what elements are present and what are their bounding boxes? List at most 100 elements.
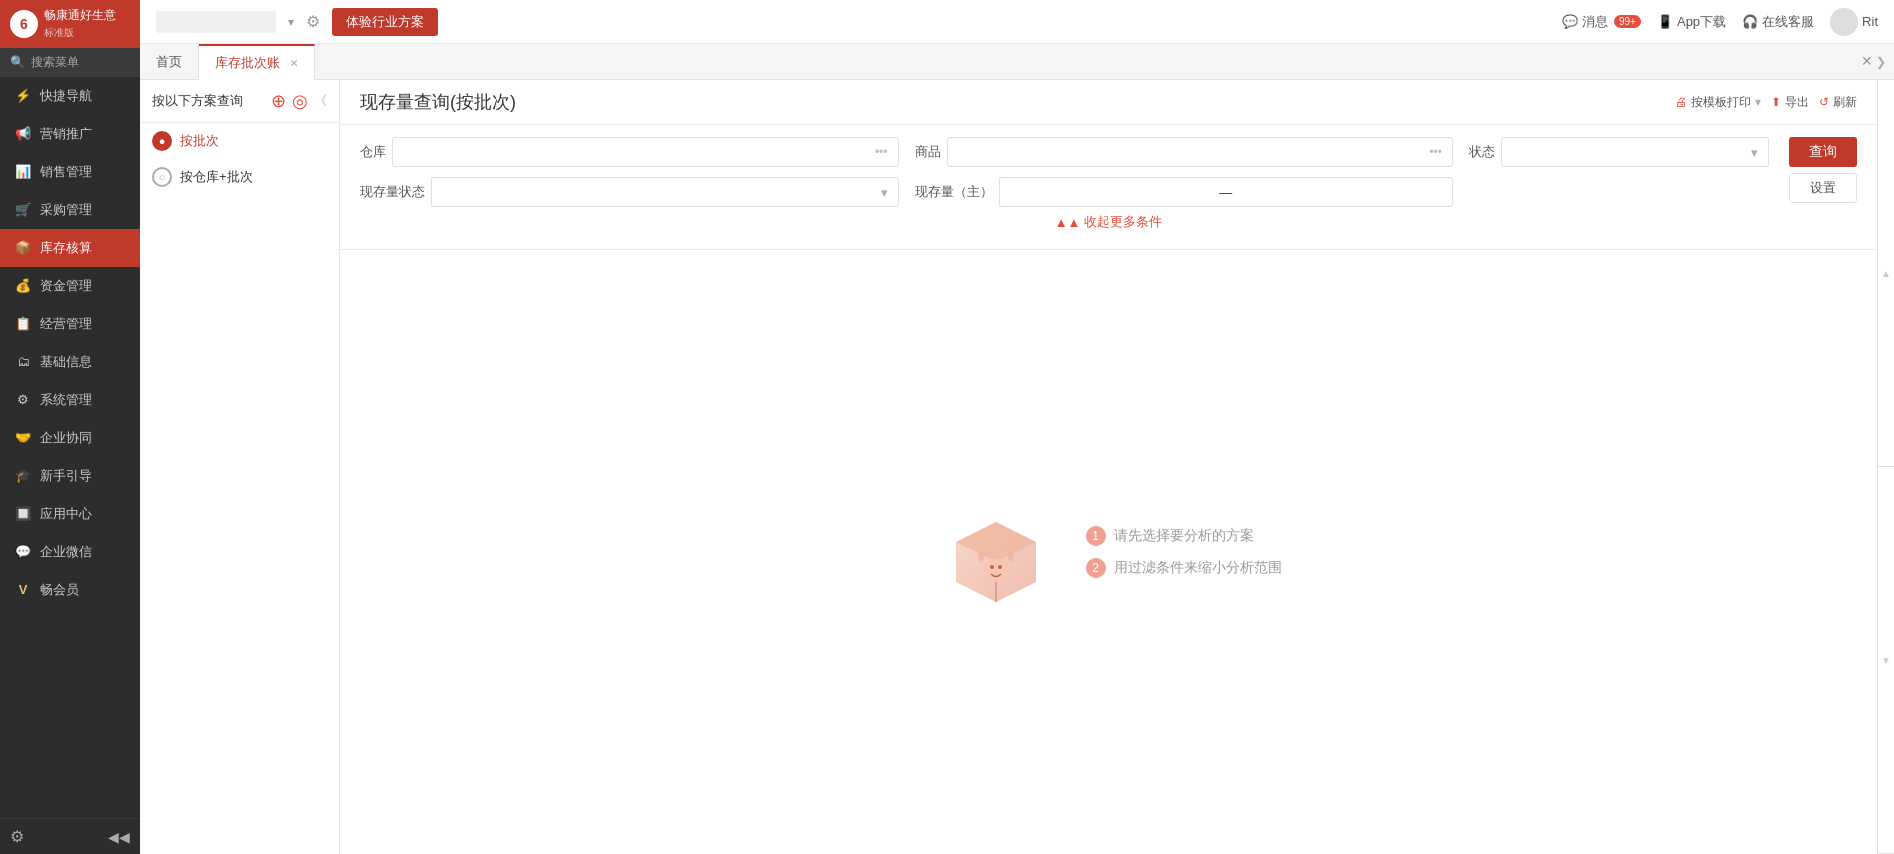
system-icon: ⚙ bbox=[14, 391, 32, 409]
inventory-amount-value: — bbox=[1219, 185, 1232, 200]
print-dropdown-icon[interactable]: ▾ bbox=[1755, 95, 1761, 109]
sidebar-item-appstore[interactable]: 🔲 应用中心 bbox=[0, 495, 140, 533]
sidebar-search[interactable]: 🔍 搜索菜单 bbox=[0, 48, 140, 77]
warehouse-label: 仓库 bbox=[360, 143, 386, 161]
message-icon: 💬 bbox=[1562, 14, 1578, 29]
app-logo: 6 bbox=[10, 10, 38, 38]
right-panel: 现存量查询(按批次) 🖨 按模板打印 ▾ ⬆ 导出 ↺ 刷新 bbox=[340, 80, 1877, 854]
topbar-search-input[interactable] bbox=[156, 11, 276, 33]
topbar-left: ▾ ⚙ 体验行业方案 bbox=[156, 8, 438, 36]
inventory-status-select[interactable]: ▾ bbox=[431, 177, 899, 207]
sidebar-item-marketing[interactable]: 📢 营销推广 bbox=[0, 115, 140, 153]
hint-item-1: 1 请先选择要分析的方案 bbox=[1086, 526, 1282, 546]
sidebar-item-label: 应用中心 bbox=[40, 505, 92, 523]
plan-batch-label: 按批次 bbox=[180, 132, 219, 150]
sidebar-item-newbie[interactable]: 🎓 新手引导 bbox=[0, 457, 140, 495]
app-download-item[interactable]: 📱 App下载 bbox=[1657, 13, 1726, 31]
messages-badge: 99+ bbox=[1614, 15, 1641, 28]
product-field: 商品 ••• bbox=[915, 137, 1454, 167]
sidebar: 6 畅康通好生意 标准版 🔍 搜索菜单 ⚡ 快捷导航 📢 营销推广 📊 销售管理… bbox=[0, 0, 140, 854]
warehouse-field: 仓库 ••• bbox=[360, 137, 899, 167]
product-input[interactable]: ••• bbox=[947, 137, 1454, 167]
left-panel-header: 按以下方案查询 ⊕ ◎ 《 bbox=[140, 80, 339, 123]
sidebar-item-quick-nav[interactable]: ⚡ 快捷导航 bbox=[0, 77, 140, 115]
wechat-icon: 💬 bbox=[14, 543, 32, 561]
inventory-status-dropdown-icon: ▾ bbox=[881, 185, 888, 200]
svg-point-5 bbox=[998, 565, 1002, 569]
inventory-status-field: 现存量状态 ▾ bbox=[360, 177, 899, 207]
plan-batch-icon: ● bbox=[152, 131, 172, 151]
messages-label: 消息 bbox=[1582, 13, 1608, 31]
refresh-btn[interactable]: ↺ 刷新 bbox=[1819, 94, 1857, 111]
basic-icon: 🗂 bbox=[14, 353, 32, 371]
tab-home[interactable]: 首页 bbox=[140, 44, 199, 80]
settings-icon[interactable]: ⚙ bbox=[10, 827, 24, 846]
sidebar-item-finance[interactable]: 💰 资金管理 bbox=[0, 267, 140, 305]
svg-point-6 bbox=[978, 552, 984, 562]
status-label: 状态 bbox=[1469, 143, 1495, 161]
search-icon: 🔍 bbox=[10, 55, 25, 69]
collapse-label: 收起更多条件 bbox=[1084, 213, 1162, 231]
collapse-left-panel-btn[interactable]: 《 bbox=[314, 92, 327, 110]
collapse-sidebar-icon[interactable]: ◀◀ bbox=[108, 829, 130, 845]
sidebar-search-label: 搜索菜单 bbox=[31, 54, 79, 71]
messages-item[interactable]: 💬 消息 99+ bbox=[1562, 13, 1641, 31]
filter-row-2: 现存量状态 ▾ 现存量（主） — bbox=[360, 177, 1769, 207]
sidebar-item-system[interactable]: ⚙ 系统管理 bbox=[0, 381, 140, 419]
svg-point-7 bbox=[1008, 552, 1014, 562]
tab-close-icon[interactable]: × bbox=[290, 55, 298, 71]
sidebar-item-enterprise[interactable]: 🤝 企业协同 bbox=[0, 419, 140, 457]
sidebar-item-wechat[interactable]: 💬 企业微信 bbox=[0, 533, 140, 571]
warehouse-input[interactable]: ••• bbox=[392, 137, 899, 167]
topbar: ▾ ⚙ 体验行业方案 💬 消息 99+ 📱 App下载 🎧 在线客服 Rit bbox=[140, 0, 1894, 44]
sidebar-item-label: 采购管理 bbox=[40, 201, 92, 219]
tab-batch-inventory-label: 库存批次账 bbox=[215, 54, 280, 72]
left-panel-actions: ⊕ ◎ 《 bbox=[271, 90, 327, 112]
topbar-gear-icon[interactable]: ⚙ bbox=[306, 12, 320, 31]
scroll-down-btn[interactable]: ▼ bbox=[1878, 467, 1894, 854]
collapse-filters-btn[interactable]: ▲▲ 收起更多条件 bbox=[360, 207, 1857, 237]
plan-item-warehouse-batch[interactable]: ○ 按仓库+批次 bbox=[140, 159, 339, 195]
sidebar-item-operations[interactable]: 📋 经营管理 bbox=[0, 305, 140, 343]
plan-item-batch[interactable]: ● 按批次 bbox=[140, 123, 339, 159]
export-btn[interactable]: ⬆ 导出 bbox=[1771, 94, 1809, 111]
avatar bbox=[1830, 8, 1858, 36]
add-plan-btn[interactable]: ⊕ bbox=[271, 90, 286, 112]
collapse-up-icon: ▲▲ bbox=[1055, 215, 1081, 230]
online-support-label: 在线客服 bbox=[1762, 13, 1814, 31]
empty-state-text: 1 请先选择要分析的方案 2 用过滤条件来缩小分析范围 bbox=[1086, 526, 1282, 578]
app-edition: 标准版 bbox=[44, 26, 116, 40]
enterprise-icon: 🤝 bbox=[14, 429, 32, 447]
query-button[interactable]: 查询 bbox=[1789, 137, 1857, 167]
product-label: 商品 bbox=[915, 143, 941, 161]
status-select[interactable]: ▾ bbox=[1501, 137, 1769, 167]
online-support-item[interactable]: 🎧 在线客服 bbox=[1742, 13, 1814, 31]
sidebar-item-inventory[interactable]: 📦 库存核算 bbox=[0, 229, 140, 267]
sidebar-item-sales[interactable]: 📊 销售管理 bbox=[0, 153, 140, 191]
close-tab-panel-btn[interactable]: × bbox=[1857, 51, 1876, 72]
tabs-bar: 首页 库存批次账 × × ❯ bbox=[140, 44, 1894, 80]
inventory-amount-input[interactable]: — bbox=[999, 177, 1454, 207]
sidebar-item-label: 畅会员 bbox=[40, 581, 79, 599]
status-dropdown-icon: ▾ bbox=[1751, 145, 1758, 160]
print-btn[interactable]: 🖨 按模板打印 ▾ bbox=[1675, 94, 1761, 111]
tab-batch-inventory[interactable]: 库存批次账 × bbox=[199, 44, 315, 80]
topbar-dropdown-icon[interactable]: ▾ bbox=[288, 15, 294, 29]
sidebar-item-member[interactable]: V 畅会员 bbox=[0, 571, 140, 609]
user-item[interactable]: Rit bbox=[1830, 8, 1878, 36]
app-download-label: App下载 bbox=[1677, 13, 1726, 31]
content-area: 按以下方案查询 ⊕ ◎ 《 ● 按批次 ○ 按仓库+批次 现存量查询(按批次) bbox=[140, 80, 1894, 854]
scroll-up-btn[interactable]: ▲ bbox=[1878, 80, 1894, 467]
settings-plan-btn[interactable]: ◎ bbox=[292, 90, 308, 112]
filter-row-1: 仓库 ••• 商品 ••• bbox=[360, 137, 1769, 167]
tab-panel-expand-icon[interactable]: ❯ bbox=[1876, 55, 1894, 69]
settings-button[interactable]: 设置 bbox=[1789, 173, 1857, 203]
page-header: 现存量查询(按批次) 🖨 按模板打印 ▾ ⬆ 导出 ↺ 刷新 bbox=[340, 80, 1877, 125]
experience-btn[interactable]: 体验行业方案 bbox=[332, 8, 438, 36]
page-actions: 🖨 按模板打印 ▾ ⬆ 导出 ↺ 刷新 bbox=[1675, 94, 1857, 111]
sidebar-item-basic[interactable]: 🗂 基础信息 bbox=[0, 343, 140, 381]
sidebar-item-label: 销售管理 bbox=[40, 163, 92, 181]
sidebar-item-label: 经营管理 bbox=[40, 315, 92, 333]
empty-state: 1 请先选择要分析的方案 2 用过滤条件来缩小分析范围 bbox=[340, 250, 1877, 854]
sidebar-item-purchase[interactable]: 🛒 采购管理 bbox=[0, 191, 140, 229]
